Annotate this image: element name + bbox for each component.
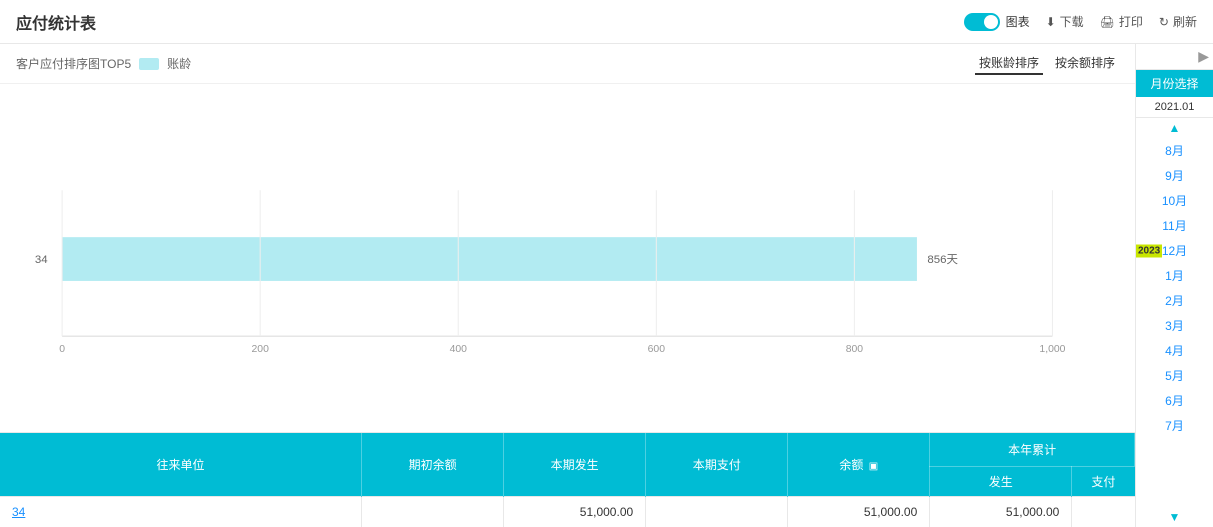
header-actions: 图表 ⬇ 下载 🖨 打印 ↻ 刷新 (964, 13, 1197, 31)
chart-body: 34 856天 0 200 400 (0, 84, 1135, 432)
data-table: 往来单位 期初余额 本期发生 本期支付 余额 ▣ 本年累计 (0, 433, 1135, 527)
app-header: 应付统计表 图表 ⬇ 下载 🖨 打印 ↻ 刷新 (0, 0, 1213, 44)
col-ytd-occur-header: 发生 (930, 467, 1072, 497)
sidebar-current-period: 2021.01 (1136, 97, 1213, 118)
svg-text:200: 200 (252, 344, 270, 355)
balance-sort-icon[interactable]: ▣ (869, 461, 878, 472)
sort-by-balance-button[interactable]: 按账龄排序 (975, 52, 1043, 75)
col-ytd-pay-header: 支付 (1072, 467, 1135, 497)
sidebar-month-item-4[interactable]: 4月 (1136, 338, 1213, 363)
chart-bar (62, 237, 917, 281)
refresh-icon: ↻ (1159, 15, 1169, 29)
col-source-header: 往来单位 (0, 433, 362, 497)
collapse-icon[interactable]: ▶ (1198, 48, 1209, 65)
table-area: 往来单位 期初余额 本期发生 本期支付 余额 ▣ 本年累计 (0, 432, 1135, 527)
sidebar-month-item-5[interactable]: 5月 (1136, 363, 1213, 388)
page-title: 应付统计表 (16, 10, 96, 34)
svg-text:0: 0 (59, 344, 65, 355)
sidebar-month-header: 月份选择 (1136, 70, 1213, 97)
chart-toggle-group[interactable]: 图表 (964, 13, 1030, 31)
svg-text:1,000: 1,000 (1039, 344, 1065, 355)
sort-by-amount-button[interactable]: 按余额排序 (1051, 52, 1119, 75)
download-icon: ⬇ (1046, 15, 1056, 29)
col-opening-header: 期初余额 (362, 433, 504, 497)
sidebar-collapse[interactable]: ▶ (1136, 44, 1213, 70)
sidebar-month-item-12[interactable]: 12月 2023 (1136, 238, 1213, 263)
sidebar-month-item-6[interactable]: 6月 (1136, 388, 1213, 413)
svg-text:856天: 856天 (927, 254, 958, 266)
chart-table-area: 客户应付排序图TOP5 账龄 按账龄排序 按余额排序 34 (0, 44, 1135, 527)
sidebar-month-item-1[interactable]: 1月 (1136, 263, 1213, 288)
sidebar-month-item-11[interactable]: 11月 (1136, 213, 1213, 238)
td-ytd-occur: 51,000.00 (930, 497, 1072, 527)
col-current-header: 本期发生 (504, 433, 646, 497)
svg-text:400: 400 (450, 344, 468, 355)
print-icon: 🖨 (1100, 15, 1115, 29)
col-ytd-header: 本年累计 (930, 433, 1135, 467)
sidebar-month-item-7[interactable]: 7月 (1136, 413, 1213, 438)
right-sidebar: ▶ 月份选择 2021.01 ▲ 8月 9月 10月 11月 12月 (1135, 44, 1213, 527)
td-ytd-pay (1072, 497, 1135, 527)
refresh-button[interactable]: ↻ 刷新 (1159, 13, 1197, 30)
td-opening (362, 497, 504, 527)
svg-text:600: 600 (648, 344, 666, 355)
legend-title: 客户应付排序图TOP5 (16, 55, 131, 72)
td-current: 51,000.00 (504, 497, 646, 527)
col-payment-header: 本期支付 (646, 433, 788, 497)
legend-item-label: 账龄 (167, 55, 191, 72)
print-label: 打印 (1119, 13, 1143, 30)
sidebar-month-item-2[interactable]: 2月 (1136, 288, 1213, 313)
svg-text:34: 34 (35, 254, 48, 266)
td-payment (646, 497, 788, 527)
month-nav-down[interactable]: ▼ (1136, 507, 1213, 527)
print-button[interactable]: 🖨 打印 (1100, 13, 1143, 30)
sidebar-month-item-9[interactable]: 9月 (1136, 163, 1213, 188)
chart-svg: 34 856天 0 200 400 (10, 94, 1115, 422)
month-nav-up[interactable]: ▲ (1136, 118, 1213, 138)
chart-sort-buttons: 按账龄排序 按余额排序 (975, 52, 1119, 75)
download-label: 下载 (1060, 13, 1084, 30)
year-marker-badge: 2023 (1136, 244, 1162, 257)
sidebar-month-item-8[interactable]: 8月 (1136, 138, 1213, 163)
svg-text:800: 800 (846, 344, 864, 355)
table-row: 34 51,000.00 51,000.00 51,000.00 (0, 497, 1135, 527)
legend-color-swatch (139, 58, 159, 70)
td-balance: 51,000.00 (788, 497, 930, 527)
main-content: 客户应付排序图TOP5 账龄 按账龄排序 按余额排序 34 (0, 44, 1213, 527)
refresh-label: 刷新 (1173, 13, 1197, 30)
chart-toggle-label: 图表 (1006, 13, 1030, 30)
sidebar-month-item-3[interactable]: 3月 (1136, 313, 1213, 338)
chart-toggle-switch[interactable] (964, 13, 1000, 31)
td-source: 34 (0, 497, 362, 527)
col-balance-header: 余额 ▣ (788, 433, 930, 497)
source-link[interactable]: 34 (12, 505, 25, 519)
nav-down-icon: ▼ (1169, 510, 1181, 524)
month-list: 8月 9月 10月 11月 12月 2023 1月 2月 3月 4月 5月 6月… (1136, 138, 1213, 507)
nav-up-icon: ▲ (1169, 121, 1181, 135)
chart-legend: 客户应付排序图TOP5 账龄 (16, 55, 191, 72)
sidebar-month-item-10[interactable]: 10月 (1136, 188, 1213, 213)
download-button[interactable]: ⬇ 下载 (1046, 13, 1084, 30)
chart-header: 客户应付排序图TOP5 账龄 按账龄排序 按余额排序 (0, 44, 1135, 84)
